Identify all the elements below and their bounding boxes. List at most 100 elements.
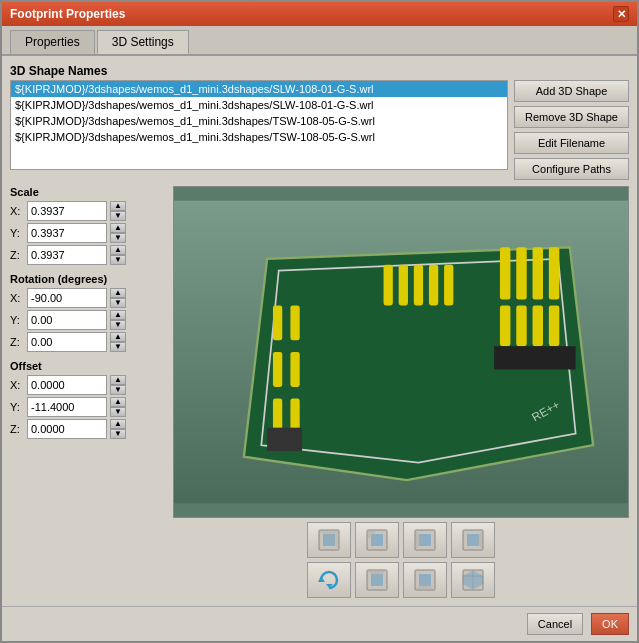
shape-item-1[interactable]: ${KIPRJMOD}/3dshapes/wemos_d1_mini.3dsha… (11, 97, 507, 113)
svg-rect-12 (549, 247, 559, 299)
svg-rect-19 (384, 265, 393, 306)
controls-panel: Scale X: ▲ ▼ Y: ▲ ▼ (10, 186, 165, 598)
rot-z-input[interactable] (27, 332, 107, 352)
shape-item-2[interactable]: ${KIPRJMOD}/3dshapes/wemos_d1_mini.3dsha… (11, 113, 507, 129)
shape-item-0[interactable]: ${KIPRJMOD}/3dshapes/wemos_d1_mini.3dsha… (11, 81, 507, 97)
off-y-spinner: ▲ ▼ (110, 397, 126, 417)
scale-x-row: X: ▲ ▼ (10, 201, 165, 221)
scale-x-spinner: ▲ ▼ (110, 201, 126, 221)
nav-row-2 (173, 562, 629, 598)
title-bar: Footprint Properties ✕ (2, 2, 637, 26)
rot-y-up[interactable]: ▲ (110, 310, 126, 320)
edit-filename-button[interactable]: Edit Filename (514, 132, 629, 154)
svg-rect-15 (533, 305, 543, 346)
view-front-button[interactable] (307, 522, 351, 558)
off-x-down[interactable]: ▼ (110, 385, 126, 395)
window-title: Footprint Properties (10, 7, 125, 21)
svg-rect-11 (533, 247, 543, 299)
off-x-input[interactable] (27, 375, 107, 395)
cancel-button[interactable]: Cancel (527, 613, 583, 635)
off-y-row: Y: ▲ ▼ (10, 397, 165, 417)
nav-row-1 (173, 522, 629, 558)
view-right-button[interactable] (451, 522, 495, 558)
scale-y-up[interactable]: ▲ (110, 223, 126, 233)
scale-z-label: Z: (10, 249, 24, 261)
scale-z-up[interactable]: ▲ (110, 245, 126, 255)
off-x-up[interactable]: ▲ (110, 375, 126, 385)
view-bottom-button[interactable] (403, 562, 447, 598)
rot-y-label: Y: (10, 314, 24, 326)
scale-x-input[interactable] (27, 201, 107, 221)
view-rotate-button[interactable] (307, 562, 351, 598)
off-z-spinner: ▲ ▼ (110, 419, 126, 439)
rot-y-input[interactable] (27, 310, 107, 330)
middle-section: Scale X: ▲ ▼ Y: ▲ ▼ (10, 186, 629, 598)
rotation-group: Rotation (degrees) X: ▲ ▼ Y: ▲ (10, 273, 165, 354)
scale-x-label: X: (10, 205, 24, 217)
svg-rect-4 (273, 352, 282, 387)
rot-z-spinner: ▲ ▼ (110, 332, 126, 352)
off-y-label: Y: (10, 401, 24, 413)
off-y-down[interactable]: ▼ (110, 407, 126, 417)
bottom-bar: Cancel OK (2, 606, 637, 641)
scale-y-spinner: ▲ ▼ (110, 223, 126, 243)
rot-z-down[interactable]: ▼ (110, 342, 126, 352)
scale-z-row: Z: ▲ ▼ (10, 245, 165, 265)
close-button[interactable]: ✕ (613, 6, 629, 22)
off-z-up[interactable]: ▲ (110, 419, 126, 429)
view-left-button[interactable] (403, 522, 447, 558)
shapes-section: 3D Shape Names ${KIPRJMOD}/3dshapes/wemo… (10, 64, 629, 180)
ok-button[interactable]: OK (591, 613, 629, 635)
scale-y-label: Y: (10, 227, 24, 239)
view-back-button[interactable] (355, 522, 399, 558)
view-iso-button[interactable] (451, 562, 495, 598)
remove-3d-shape-button[interactable]: Remove 3D Shape (514, 106, 629, 128)
rot-x-down[interactable]: ▼ (110, 298, 126, 308)
scale-z-spinner: ▲ ▼ (110, 245, 126, 265)
off-z-row: Z: ▲ ▼ (10, 419, 165, 439)
off-x-label: X: (10, 379, 24, 391)
scale-y-input[interactable] (27, 223, 107, 243)
rot-x-input[interactable] (27, 288, 107, 308)
off-z-down[interactable]: ▼ (110, 429, 126, 439)
shape-item-3[interactable]: ${KIPRJMOD}/3dshapes/wemos_d1_mini.3dsha… (11, 129, 507, 145)
off-x-row: X: ▲ ▼ (10, 375, 165, 395)
shapes-list[interactable]: ${KIPRJMOD}/3dshapes/wemos_d1_mini.3dsha… (10, 80, 508, 170)
configure-paths-button[interactable]: Configure Paths (514, 158, 629, 180)
svg-rect-9 (500, 247, 510, 299)
scale-z-down[interactable]: ▼ (110, 255, 126, 265)
svg-rect-16 (549, 305, 559, 346)
rot-y-row: Y: ▲ ▼ (10, 310, 165, 330)
svg-rect-20 (399, 265, 408, 306)
rot-x-up[interactable]: ▲ (110, 288, 126, 298)
scale-y-down[interactable]: ▼ (110, 233, 126, 243)
rot-x-row: X: ▲ ▼ (10, 288, 165, 308)
rot-x-label: X: (10, 292, 24, 304)
svg-rect-6 (290, 305, 299, 340)
scale-x-down[interactable]: ▼ (110, 211, 126, 221)
rot-x-spinner: ▲ ▼ (110, 288, 126, 308)
shapes-buttons: Add 3D Shape Remove 3D Shape Edit Filena… (514, 80, 629, 180)
rotation-label: Rotation (degrees) (10, 273, 165, 285)
rot-z-label: Z: (10, 336, 24, 348)
svg-rect-22 (429, 265, 438, 306)
tab-properties[interactable]: Properties (10, 30, 95, 54)
shapes-section-label: 3D Shape Names (10, 64, 629, 78)
svg-rect-18 (267, 428, 302, 451)
off-y-up[interactable]: ▲ (110, 397, 126, 407)
scale-label: Scale (10, 186, 165, 198)
svg-rect-13 (500, 305, 510, 346)
rot-z-up[interactable]: ▲ (110, 332, 126, 342)
off-x-spinner: ▲ ▼ (110, 375, 126, 395)
svg-rect-14 (516, 305, 526, 346)
rot-y-down[interactable]: ▼ (110, 320, 126, 330)
3d-viewport[interactable]: RE++ (173, 186, 629, 518)
add-3d-shape-button[interactable]: Add 3D Shape (514, 80, 629, 102)
scale-z-input[interactable] (27, 245, 107, 265)
view-top-button[interactable] (355, 562, 399, 598)
tab-3d-settings[interactable]: 3D Settings (97, 30, 189, 54)
scale-x-up[interactable]: ▲ (110, 201, 126, 211)
off-y-input[interactable] (27, 397, 107, 417)
off-z-input[interactable] (27, 419, 107, 439)
off-z-label: Z: (10, 423, 24, 435)
